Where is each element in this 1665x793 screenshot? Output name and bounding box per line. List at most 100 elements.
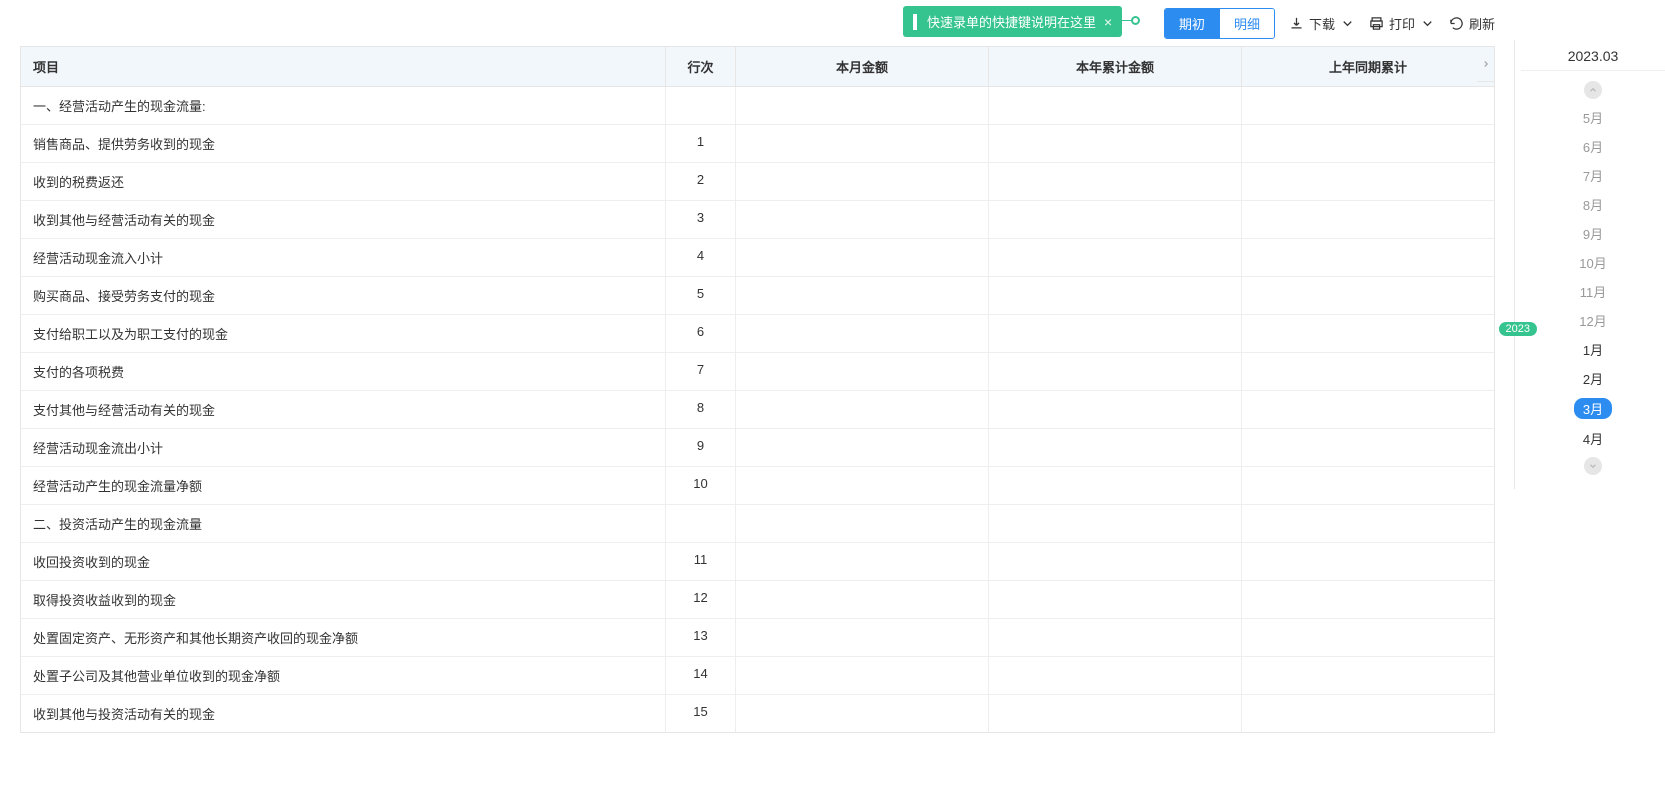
table-body[interactable]: 一、经营活动产生的现金流量:销售商品、提供劳务收到的现金1收到的税费返还2收到其… xyxy=(21,87,1494,732)
row-seq: 6 xyxy=(666,315,736,352)
row-month-amount xyxy=(736,125,989,162)
timeline-month[interactable]: 2月 xyxy=(1521,364,1665,393)
row-seq: 13 xyxy=(666,619,736,656)
row-seq: 9 xyxy=(666,429,736,466)
row-ytd-amount xyxy=(989,163,1242,200)
row-item-label: 二、投资活动产生的现金流量 xyxy=(21,505,666,542)
timeline-month[interactable]: 4月 xyxy=(1521,424,1665,453)
table-row[interactable]: 处置固定资产、无形资产和其他长期资产收回的现金净额13 xyxy=(21,619,1494,657)
month-label: 5月 xyxy=(1583,111,1603,126)
print-icon xyxy=(1369,16,1384,31)
month-label: 2月 xyxy=(1583,372,1603,387)
table-row[interactable]: 收到其他与投资活动有关的现金15 xyxy=(21,695,1494,732)
table-row[interactable]: 经营活动产生的现金流量净额10 xyxy=(21,467,1494,505)
timeline-scroll-down[interactable] xyxy=(1521,453,1665,479)
tip-connector-dot xyxy=(1131,16,1140,25)
month-label: 10月 xyxy=(1579,256,1606,271)
row-seq: 7 xyxy=(666,353,736,390)
row-month-amount xyxy=(736,505,989,542)
table-row[interactable]: 支付其他与经营活动有关的现金8 xyxy=(21,391,1494,429)
row-lastyear-amount xyxy=(1242,581,1494,618)
row-lastyear-amount xyxy=(1242,125,1494,162)
table-row[interactable]: 收到的税费返还2 xyxy=(21,163,1494,201)
row-month-amount xyxy=(736,467,989,504)
timeline-month: 11月 xyxy=(1521,277,1665,306)
expand-columns-button[interactable] xyxy=(1477,46,1495,82)
download-label: 下载 xyxy=(1309,14,1335,33)
row-item-label: 一、经营活动产生的现金流量: xyxy=(21,87,666,124)
row-ytd-amount xyxy=(989,695,1242,732)
download-dropdown[interactable]: 下载 xyxy=(1289,14,1355,33)
month-label: 4月 xyxy=(1583,432,1603,447)
row-month-amount xyxy=(736,201,989,238)
table-row[interactable]: 经营活动现金流入小计4 xyxy=(21,239,1494,277)
row-seq xyxy=(666,87,736,124)
row-ytd-amount xyxy=(989,505,1242,542)
row-month-amount xyxy=(736,543,989,580)
row-lastyear-amount xyxy=(1242,391,1494,428)
row-lastyear-amount xyxy=(1242,467,1494,504)
table-row[interactable]: 购买商品、接受劳务支付的现金5 xyxy=(21,277,1494,315)
row-seq: 14 xyxy=(666,657,736,694)
timeline-list: 5月6月7月8月9月10月11月12月1月2月3月4月 xyxy=(1521,71,1665,489)
row-item-label: 经营活动产生的现金流量净额 xyxy=(21,467,666,504)
timeline-month[interactable]: 3月 xyxy=(1521,393,1665,424)
row-month-amount xyxy=(736,429,989,466)
timeline-scroll-up[interactable] xyxy=(1521,77,1665,103)
column-header-seq: 行次 xyxy=(666,47,736,86)
column-header-item: 项目 xyxy=(21,47,666,86)
row-ytd-amount xyxy=(989,315,1242,352)
row-seq: 1 xyxy=(666,125,736,162)
row-item-label: 支付给职工以及为职工支付的现金 xyxy=(21,315,666,352)
table-row[interactable]: 支付的各项税费7 xyxy=(21,353,1494,391)
row-seq: 2 xyxy=(666,163,736,200)
chevron-down-icon xyxy=(1588,461,1598,471)
month-label: 12月 xyxy=(1579,314,1606,329)
table-row[interactable]: 收回投资收到的现金11 xyxy=(21,543,1494,581)
column-header-month: 本月金额 xyxy=(736,47,989,86)
row-item-label: 收回投资收到的现金 xyxy=(21,543,666,580)
table-row[interactable]: 销售商品、提供劳务收到的现金1 xyxy=(21,125,1494,163)
refresh-button[interactable]: 刷新 xyxy=(1449,14,1495,33)
print-dropdown[interactable]: 打印 xyxy=(1369,14,1435,33)
chevron-right-icon xyxy=(1481,59,1491,69)
table-row[interactable]: 收到其他与经营活动有关的现金3 xyxy=(21,201,1494,239)
qichu-button[interactable]: 期初 xyxy=(1165,9,1219,38)
table-row[interactable]: 取得投资收益收到的现金12 xyxy=(21,581,1494,619)
row-ytd-amount xyxy=(989,201,1242,238)
row-ytd-amount xyxy=(989,391,1242,428)
row-ytd-amount xyxy=(989,239,1242,276)
row-ytd-amount xyxy=(989,277,1242,314)
row-seq: 4 xyxy=(666,239,736,276)
table-row[interactable]: 二、投资活动产生的现金流量 xyxy=(21,505,1494,543)
row-month-amount xyxy=(736,695,989,732)
print-label: 打印 xyxy=(1389,14,1415,33)
table-row[interactable]: 一、经营活动产生的现金流量: xyxy=(21,87,1494,125)
row-lastyear-amount xyxy=(1242,619,1494,656)
row-ytd-amount xyxy=(989,657,1242,694)
row-ytd-amount xyxy=(989,125,1242,162)
timeline-month: 7月 xyxy=(1521,161,1665,190)
table-row[interactable]: 经营活动现金流出小计9 xyxy=(21,429,1494,467)
timeline-month[interactable]: 1月 xyxy=(1521,335,1665,364)
row-lastyear-amount xyxy=(1242,353,1494,390)
refresh-icon xyxy=(1449,16,1464,31)
mingxi-button[interactable]: 明细 xyxy=(1219,9,1274,38)
table-row[interactable]: 支付给职工以及为职工支付的现金6 xyxy=(21,315,1494,353)
row-lastyear-amount xyxy=(1242,315,1494,352)
row-item-label: 销售商品、提供劳务收到的现金 xyxy=(21,125,666,162)
row-lastyear-amount xyxy=(1242,87,1494,124)
row-seq: 11 xyxy=(666,543,736,580)
row-seq: 5 xyxy=(666,277,736,314)
row-lastyear-amount xyxy=(1242,505,1494,542)
row-lastyear-amount xyxy=(1242,163,1494,200)
row-lastyear-amount xyxy=(1242,277,1494,314)
close-icon[interactable]: × xyxy=(1104,14,1112,30)
chevron-up-icon xyxy=(1588,85,1598,95)
period-timeline: 2023.03 5月6月7月8月9月10月11月12月1月2月3月4月 2023 xyxy=(1515,40,1665,489)
row-lastyear-amount xyxy=(1242,657,1494,694)
row-ytd-amount xyxy=(989,619,1242,656)
row-item-label: 购买商品、接受劳务支付的现金 xyxy=(21,277,666,314)
table-row[interactable]: 处置子公司及其他营业单位收到的现金净额14 xyxy=(21,657,1494,695)
month-label: 11月 xyxy=(1580,285,1607,300)
